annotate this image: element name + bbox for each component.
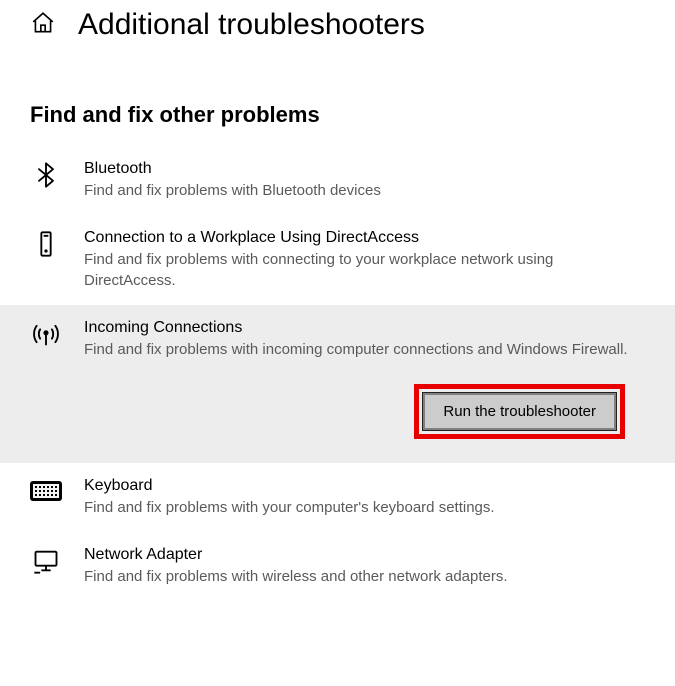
item-title: Incoming Connections [84,319,645,337]
troubleshooter-keyboard[interactable]: Keyboard Find and fix problems with your… [0,463,675,532]
troubleshooter-network-adapter[interactable]: Network Adapter Find and fix problems wi… [0,532,675,601]
item-desc: Find and fix problems with incoming comp… [84,339,645,360]
troubleshooter-list: Bluetooth Find and fix problems with Blu… [0,146,675,601]
item-desc: Find and fix problems with connecting to… [84,249,645,291]
item-title: Connection to a Workplace Using DirectAc… [84,229,645,247]
item-title: Network Adapter [84,546,645,564]
server-icon [30,229,62,258]
troubleshooter-incoming-connections[interactable]: Incoming Connections Find and fix proble… [0,305,675,463]
item-desc: Find and fix problems with your computer… [84,497,645,518]
bluetooth-icon [30,160,62,189]
network-adapter-icon [30,546,62,575]
highlight-box: Run the troubleshooter [414,384,625,439]
run-troubleshooter-button[interactable]: Run the troubleshooter [423,393,616,430]
home-icon[interactable] [30,10,56,41]
page-title: Additional troubleshooters [78,8,425,42]
item-desc: Find and fix problems with Bluetooth dev… [84,180,645,201]
antenna-icon [30,319,62,348]
header: Additional troubleshooters [0,0,675,62]
item-title: Keyboard [84,477,645,495]
troubleshooter-bluetooth[interactable]: Bluetooth Find and fix problems with Blu… [0,146,675,215]
item-title: Bluetooth [84,160,645,178]
troubleshooter-directaccess[interactable]: Connection to a Workplace Using DirectAc… [0,215,675,305]
section-title: Find and fix other problems [0,62,675,146]
keyboard-icon [30,477,62,501]
item-desc: Find and fix problems with wireless and … [84,566,645,587]
